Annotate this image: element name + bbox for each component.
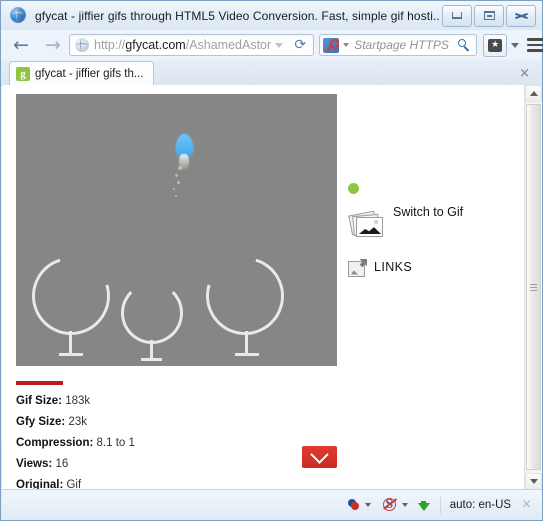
switch-to-gif-label: Switch to Gif: [393, 205, 464, 219]
window-title: gfycat - jiffier gifs through HTML5 Vide…: [35, 8, 440, 23]
forward-button[interactable]: →: [41, 33, 65, 57]
window-controls: [440, 4, 536, 27]
title-bar: gfycat - jiffier gifs through HTML5 Vide…: [1, 1, 542, 30]
window-globe-icon: [10, 7, 27, 24]
page-content: Switch to Gif LINKS Gif Size: 183k Gfy S…: [2, 85, 542, 490]
tab-strip: g gfycat - jiffier gifs th... ×: [1, 60, 542, 86]
chevron-down-icon[interactable]: [364, 502, 371, 507]
stat-label: Compression:: [16, 437, 94, 449]
search-bar[interactable]: Startpage HTTPS: [319, 34, 478, 56]
tabstrip-close-icon[interactable]: ×: [519, 67, 530, 80]
language-indicator[interactable]: auto: en-US: [450, 499, 511, 511]
scroll-up-button[interactable]: [525, 85, 542, 102]
photos-stack-icon: [348, 208, 386, 240]
stat-row-views: Views: 16: [16, 458, 316, 471]
minimize-button[interactable]: [442, 4, 472, 27]
restore-button[interactable]: [474, 4, 504, 27]
gfy-stats: Gif Size: 183k Gfy Size: 23k Compression…: [16, 381, 316, 490]
forward-arrow-icon: →: [45, 33, 61, 56]
links-button[interactable]: LINKS: [348, 260, 508, 277]
stat-value: 8.1 to 1: [96, 437, 135, 449]
stat-row-gfy-size: Gfy Size: 23k: [16, 416, 316, 429]
side-actions: Switch to Gif LINKS: [348, 205, 508, 297]
minimize-icon: [452, 12, 462, 19]
restore-icon: [483, 11, 495, 20]
bookmarks-button[interactable]: ★: [483, 33, 508, 57]
scrollbar-thumb[interactable]: [526, 104, 541, 470]
close-button[interactable]: [506, 4, 536, 27]
back-button[interactable]: ←: [9, 33, 33, 57]
reload-button[interactable]: ⟳: [291, 37, 309, 53]
stat-value: 16: [55, 458, 69, 470]
links-label: LINKS: [374, 260, 413, 274]
tab-title: gfycat - jiffier gifs th...: [35, 67, 144, 80]
stat-label: Views:: [16, 458, 53, 470]
download-button[interactable]: [417, 499, 430, 511]
switch-to-gif-button[interactable]: Switch to Gif: [348, 205, 508, 240]
navigation-toolbar: ← → http://gfycat.com/AshamedAstor ⟳ Sta…: [1, 30, 543, 60]
water-spray-shape: [168, 166, 186, 200]
vertical-scrollbar[interactable]: [524, 85, 542, 490]
stat-value: 23k: [68, 416, 87, 428]
status-bar: S auto: en-US ×: [2, 489, 542, 519]
status-close-icon[interactable]: ×: [521, 498, 532, 511]
ie-tab-button[interactable]: [347, 498, 371, 511]
gfy-video-player[interactable]: [16, 94, 337, 366]
stats-accent-bar: [16, 381, 63, 385]
caret-down-icon: [529, 479, 538, 484]
tab-gfycat[interactable]: g gfycat - jiffier gifs th...: [9, 61, 155, 85]
close-icon: [515, 11, 527, 21]
stat-label: Gif Size:: [16, 395, 63, 407]
stat-row-compression: Compression: 8.1 to 1: [16, 437, 316, 450]
url-path: /AshamedAstor: [185, 38, 272, 52]
scroll-down-button[interactable]: [525, 473, 542, 490]
bookmarks-dropdown-icon[interactable]: [511, 42, 520, 48]
stat-row-gif-size: Gif Size: 183k: [16, 395, 316, 408]
ie-tab-icon: [347, 498, 361, 511]
hamburger-menu-icon[interactable]: [527, 35, 543, 55]
back-arrow-icon: ←: [13, 33, 29, 56]
star-bookmark-icon: ★: [488, 38, 503, 52]
url-host: gfycat.com: [125, 38, 186, 52]
chevron-down-icon[interactable]: [401, 502, 408, 507]
search-engine-dropdown-icon[interactable]: [343, 43, 350, 47]
stat-label: Gfy Size:: [16, 416, 66, 428]
magnifier-icon[interactable]: [458, 38, 471, 52]
external-link-icon: [348, 261, 365, 277]
startpage-logo-icon: [323, 37, 340, 53]
site-identity-icon: [75, 38, 89, 52]
stat-value: 183k: [65, 395, 91, 407]
download-arrow-icon: [417, 500, 430, 511]
caret-up-icon: [529, 91, 538, 96]
url-scheme: http://: [94, 38, 126, 52]
gfycat-page: Switch to Gif LINKS Gif Size: 183k Gfy S…: [2, 85, 518, 490]
url-text: http://gfycat.com/AshamedAstor: [94, 38, 271, 52]
scrollbar-grip-icon: [530, 282, 537, 293]
script-blocker-icon: S: [381, 497, 398, 512]
search-input[interactable]: Startpage HTTPS: [354, 38, 458, 52]
gfycat-favicon-icon: g: [16, 66, 30, 81]
url-dropdown-icon[interactable]: [275, 42, 284, 48]
address-bar[interactable]: http://gfycat.com/AshamedAstor ⟳: [69, 34, 315, 56]
status-divider: [439, 495, 441, 514]
script-blocker-button[interactable]: S: [381, 497, 408, 512]
status-dot: [348, 183, 359, 194]
browser-window: gfycat - jiffier gifs through HTML5 Vide…: [0, 0, 543, 521]
